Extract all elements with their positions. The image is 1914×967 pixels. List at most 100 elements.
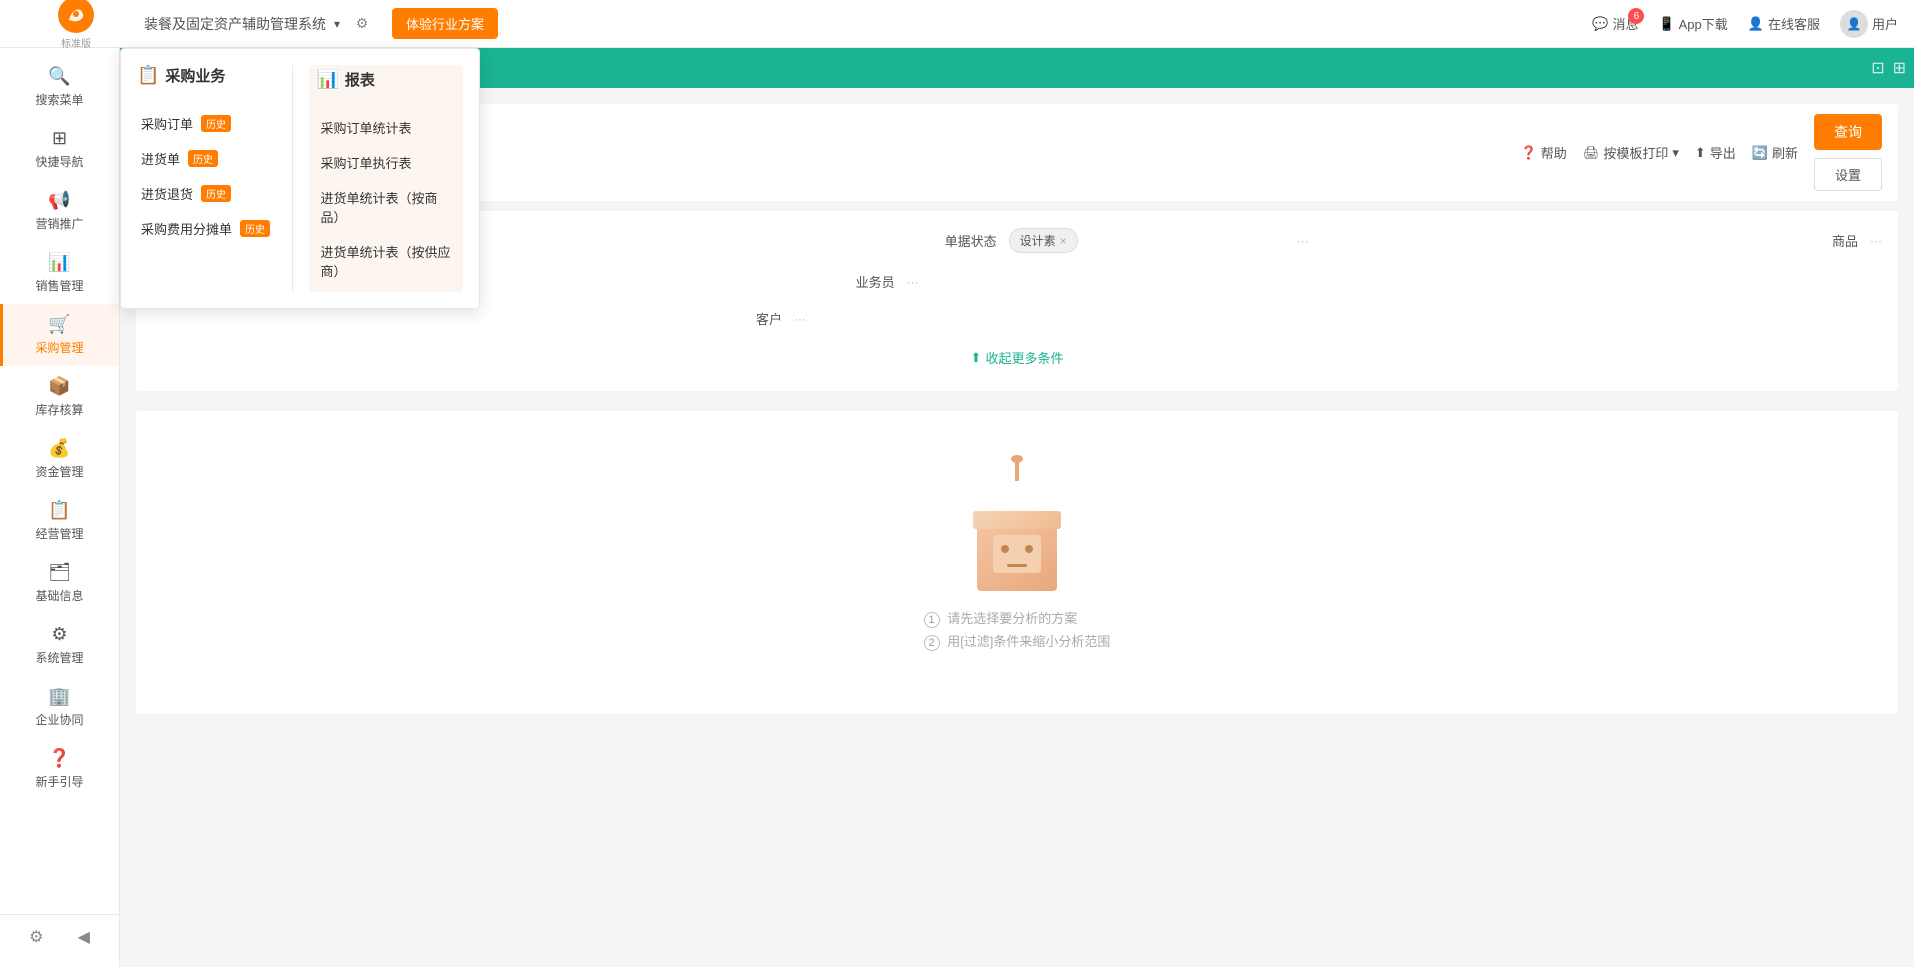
sidebar-bottom: ⚙ ◀ bbox=[0, 914, 119, 959]
empty-eye-right bbox=[1025, 545, 1033, 553]
dropdown-col-purchase: 📋 采购业务 采购订单 历史 进货单 历史 进货退货 历史 采购费用分摊单 历史 bbox=[137, 65, 276, 292]
print-btn[interactable]: 🖨 按模板打印 ▾ bbox=[1583, 143, 1679, 162]
export-icon: ⬆ bbox=[1695, 145, 1706, 161]
hint2-text: 用[过滤]条件来缩小分析范围 bbox=[947, 634, 1110, 649]
dropdown-item-inbound-stats-supplier[interactable]: 进货单统计表（按供应商） bbox=[317, 234, 456, 288]
sidebar-item-purchase[interactable]: 🛒 采购管理 bbox=[0, 304, 119, 366]
empty-state: 1 请先选择要分析的方案 2 用[过滤]条件来缩小分析范围 bbox=[136, 411, 1898, 714]
salesman-label: 业务员 bbox=[856, 272, 895, 291]
order-stats-label: 采购订单统计表 bbox=[321, 118, 412, 137]
inbound-return-history-badge: 历史 bbox=[201, 185, 231, 202]
system-title-area: 装餐及固定资产辅助管理系统 ▾ ⚙ 体验行业方案 bbox=[136, 8, 1592, 39]
purchase-expense-label: 采购费用分摊单 bbox=[141, 219, 232, 238]
dropdown-item-inbound-return[interactable]: 进货退货 历史 bbox=[137, 176, 276, 211]
system-title-text: 装餐及固定资产辅助管理系统 bbox=[144, 14, 326, 34]
empty-eye-left bbox=[1001, 545, 1009, 553]
sidebar-item-finance[interactable]: 💰 资金管理 bbox=[0, 428, 119, 490]
settings-btn[interactable]: 设置 bbox=[1814, 158, 1882, 191]
export-btn[interactable]: ⬆ 导出 bbox=[1695, 143, 1736, 162]
query-btn[interactable]: 查询 bbox=[1814, 114, 1882, 150]
tab-maximize-btn[interactable]: ⊞ bbox=[1893, 58, 1906, 78]
top-right-area: 💬 消息 6 📱 App下载 👤 在线客服 👤 用户 bbox=[1592, 10, 1898, 38]
collapse-icon: ⬆ bbox=[971, 350, 982, 366]
sidebar-item-search[interactable]: 🔍 搜索菜单 bbox=[0, 56, 119, 118]
hint1-text: 请先选择要分析的方案 bbox=[947, 611, 1077, 626]
user-label: 用户 bbox=[1872, 14, 1898, 33]
enterprise-icon: 🏢 bbox=[48, 686, 70, 707]
sidebar-label-inventory: 库存核算 bbox=[35, 401, 83, 418]
tabs-right-controls: ⊡ ⊞ bbox=[1871, 58, 1906, 78]
status-ellipsis[interactable]: ··· bbox=[1297, 234, 1309, 248]
inbound-label: 进货单 bbox=[141, 149, 180, 168]
collapse-btn[interactable]: ⬆ 收起更多条件 bbox=[152, 340, 1882, 375]
message-btn[interactable]: 💬 消息 6 bbox=[1592, 14, 1638, 33]
help-btn[interactable]: ❓ 帮助 bbox=[1521, 143, 1567, 162]
dropdown-item-inbound[interactable]: 进货单 历史 bbox=[137, 141, 276, 176]
report-col-title: 报表 bbox=[345, 69, 375, 90]
settings-icon[interactable]: ⚙ bbox=[348, 10, 376, 38]
dropdown-item-purchase-expense[interactable]: 采购费用分摊单 历史 bbox=[137, 211, 276, 246]
search-icon: 🔍 bbox=[48, 66, 70, 87]
purchase-col-title: 采购业务 bbox=[165, 65, 225, 86]
guide-icon: ❓ bbox=[48, 748, 70, 769]
dropdown-item-order-exec[interactable]: 采购订单执行表 bbox=[317, 145, 456, 180]
sidebar-label-marketing: 营销推广 bbox=[35, 215, 83, 232]
dropdown-col-report-header: 📊 报表 bbox=[317, 69, 456, 98]
purchase-icon: 🛒 bbox=[48, 314, 70, 335]
logo-area: 标准版 bbox=[16, 0, 136, 50]
avatar: 👤 bbox=[1840, 10, 1868, 38]
salesman-ellipsis[interactable]: ··· bbox=[907, 275, 919, 289]
print-dropdown-icon: ▾ bbox=[1672, 145, 1679, 161]
inbound-stats-product-label: 进货单统计表（按商品） bbox=[321, 188, 452, 226]
purchase-col-icon: 📋 bbox=[137, 65, 159, 86]
empty-illustration bbox=[947, 471, 1087, 591]
quicknav-icon: ⊞ bbox=[52, 128, 67, 149]
sidebar-item-guide[interactable]: ❓ 新手引导 bbox=[0, 738, 119, 800]
logo-subtitle: 标准版 bbox=[61, 35, 91, 50]
dropdown-col-purchase-header: 📋 采购业务 bbox=[137, 65, 276, 94]
collapse-label: 收起更多条件 bbox=[985, 348, 1063, 367]
purchase-order-label: 采购订单 bbox=[141, 114, 193, 133]
app-download-btn[interactable]: 📱 App下载 bbox=[1658, 14, 1727, 33]
hint2-num: 2 bbox=[924, 635, 940, 651]
sidebar-item-system[interactable]: ⚙ 系统管理 bbox=[0, 614, 119, 676]
customer-ellipsis[interactable]: ··· bbox=[794, 312, 806, 326]
inbound-stats-supplier-label: 进货单统计表（按供应商） bbox=[321, 242, 452, 280]
purchase-dropdown-menu: 📋 采购业务 采购订单 历史 进货单 历史 进货退货 历史 采购费用分摊单 历史 bbox=[120, 48, 480, 309]
empty-antenna-top bbox=[1011, 455, 1023, 463]
refresh-btn[interactable]: 🔄 刷新 bbox=[1752, 143, 1798, 162]
dropdown-cols: 📋 采购业务 采购订单 历史 进货单 历史 进货退货 历史 采购费用分摊单 历史 bbox=[137, 65, 463, 292]
help-icon: ❓ bbox=[1521, 145, 1537, 161]
sidebar-item-basic[interactable]: 🗂 基础信息 bbox=[0, 552, 119, 614]
empty-face bbox=[993, 535, 1041, 573]
sidebar-collapse-btn[interactable]: ◀ bbox=[78, 927, 90, 947]
sidebar-item-enterprise[interactable]: 🏢 企业协同 bbox=[0, 676, 119, 738]
sidebar-label-sales: 销售管理 bbox=[35, 277, 83, 294]
sidebar-label-basic: 基础信息 bbox=[35, 587, 83, 604]
sidebar-label-operation: 经营管理 bbox=[35, 525, 83, 542]
dropdown-item-order-stats[interactable]: 采购订单统计表 bbox=[317, 110, 456, 145]
basic-icon: 🗂 bbox=[48, 562, 71, 583]
title-dropdown-arrow[interactable]: ▾ bbox=[334, 17, 340, 31]
dropdown-item-inbound-stats-product[interactable]: 进货单统计表（按商品） bbox=[317, 180, 456, 234]
tab-restore-btn[interactable]: ⊡ bbox=[1871, 58, 1884, 78]
empty-mouth bbox=[1007, 564, 1027, 567]
sidebar-item-sales[interactable]: 📊 销售管理 bbox=[0, 242, 119, 304]
sidebar-item-inventory[interactable]: 📦 库存核算 bbox=[0, 366, 119, 428]
online-service-btn[interactable]: 👤 在线客服 bbox=[1748, 14, 1820, 33]
status-tag[interactable]: 设计素 × bbox=[1009, 228, 1078, 253]
refresh-label: 刷新 bbox=[1772, 143, 1798, 162]
dropdown-item-purchase-order[interactable]: 采购订单 历史 bbox=[137, 106, 276, 141]
operation-icon: 📋 bbox=[48, 500, 70, 521]
user-btn[interactable]: 👤 用户 bbox=[1840, 10, 1898, 38]
industry-btn[interactable]: 体验行业方案 bbox=[392, 8, 498, 39]
sidebar-settings-btn[interactable]: ⚙ bbox=[29, 927, 43, 947]
sales-icon: 📊 bbox=[48, 252, 70, 273]
sidebar: 🔍 搜索菜单 ⊞ 快捷导航 📢 营销推广 📊 销售管理 🛒 采购管理 📦 库存核… bbox=[0, 48, 120, 967]
sidebar-item-quicknav[interactable]: ⊞ 快捷导航 bbox=[0, 118, 119, 180]
sidebar-item-marketing[interactable]: 📢 营销推广 bbox=[0, 180, 119, 242]
status-tag-close[interactable]: × bbox=[1060, 234, 1067, 248]
sidebar-item-operation[interactable]: 📋 经营管理 bbox=[0, 490, 119, 552]
product-ellipsis[interactable]: ··· bbox=[1870, 234, 1882, 248]
report-col-icon: 📊 bbox=[317, 69, 339, 90]
